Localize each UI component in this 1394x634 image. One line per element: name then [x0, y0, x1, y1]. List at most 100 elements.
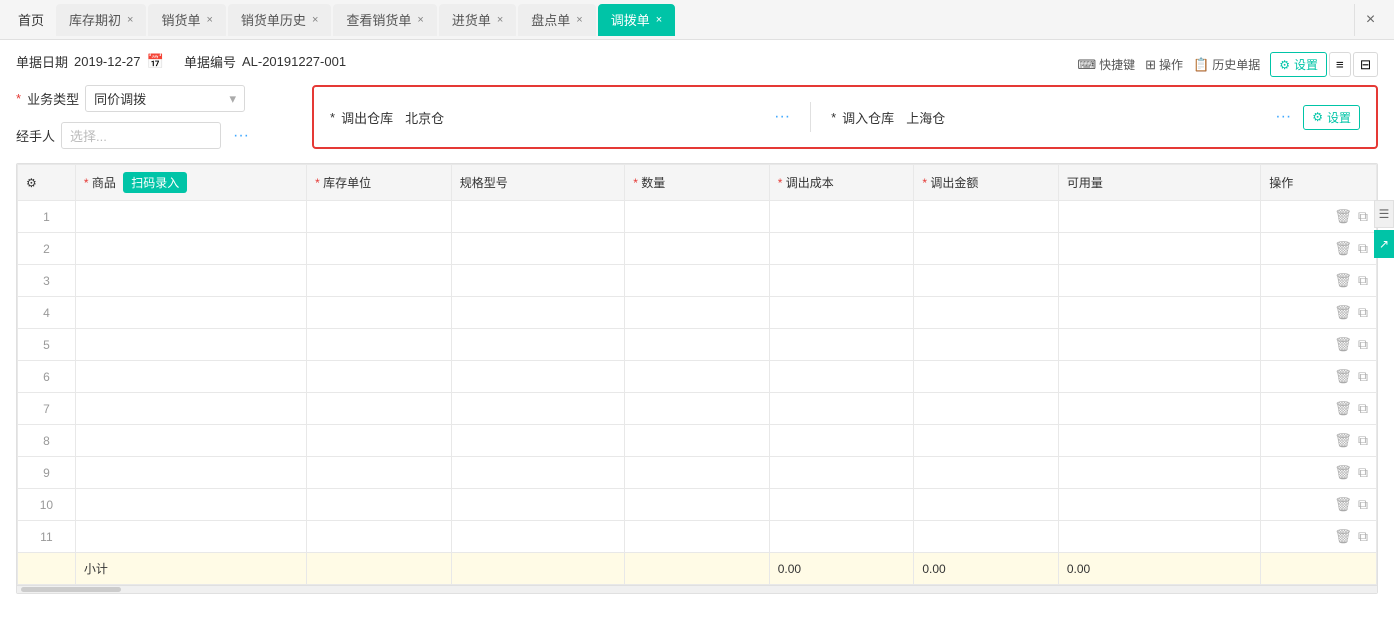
copy-icon[interactable]: ⧉ — [1358, 368, 1368, 385]
column-setting[interactable]: ⚙ — [18, 165, 76, 201]
gear-icon: ⚙ — [1312, 110, 1323, 124]
calendar-icon[interactable]: 📅 — [147, 53, 164, 70]
subtotal-row: 小计 0.00 0.00 0.00 — [18, 553, 1377, 585]
operation-button[interactable]: ⊞ 操作 — [1145, 56, 1183, 73]
delete-icon[interactable]: 🗑 — [1334, 240, 1352, 257]
table-row: 10🗑⧉ — [18, 489, 1377, 521]
table-row: 7🗑⧉ — [18, 393, 1377, 425]
form-section: * 业务类型 同价调拨 ▾ 经手人 选择... ··· — [16, 85, 1378, 149]
delete-icon[interactable]: 🗑 — [1334, 400, 1352, 417]
table-row: 8🗑⧉ — [18, 425, 1377, 457]
tab-bar: 首页 库存期初 × 销货单 × 销货单历史 × 查看销货单 × 进货单 × 盘点… — [0, 0, 1394, 40]
delete-icon[interactable]: 🗑 — [1334, 432, 1352, 449]
toolbar-right: ⌨ 快捷键 ⊞ 操作 📋 历史单据 ⚙ 设置 ≡ ⊟ — [1077, 52, 1378, 77]
tab-sales-history[interactable]: 销货单历史 × — [228, 4, 331, 36]
right-sidebar: ☰ ↗ — [1374, 200, 1394, 258]
transfer-out-warehouse: * 调出仓库 北京仓 ··· — [330, 108, 790, 127]
copy-icon[interactable]: ⧉ — [1358, 336, 1368, 353]
copy-icon[interactable]: ⧉ — [1358, 400, 1368, 417]
table-row: 2🗑⧉ — [18, 233, 1377, 265]
table-row: 9🗑⧉ — [18, 457, 1377, 489]
shortcut-key-button[interactable]: ⌨ 快捷键 — [1077, 56, 1135, 73]
close-icon[interactable]: × — [206, 14, 212, 26]
grid-button[interactable]: ⊟ — [1353, 52, 1378, 77]
table-row: 3🗑⧉ — [18, 265, 1377, 297]
tab-transfer[interactable]: 调拨单 × — [598, 4, 675, 36]
transfer-in-warehouse: * 调入仓库 上海仓 ··· — [831, 108, 1291, 127]
scan-entry-button[interactable]: 扫码录入 — [123, 172, 187, 193]
tab-inventory-init[interactable]: 库存期初 × — [56, 4, 146, 36]
delete-icon[interactable]: 🗑 — [1334, 528, 1352, 545]
delete-icon[interactable]: 🗑 — [1334, 336, 1352, 353]
gear-icon[interactable]: ⚙ — [26, 176, 37, 190]
column-transfer-amount: * 调出金额 — [914, 165, 1059, 201]
tab-sales-order[interactable]: 销货单 × — [148, 4, 225, 36]
header-row: 单据日期 2019-12-27 📅 单据编号 AL-20191227-001 ⌨… — [16, 52, 1378, 71]
sidebar-export-button[interactable]: ↗ — [1374, 230, 1394, 258]
tab-home[interactable]: 首页 — [8, 4, 54, 36]
copy-icon[interactable]: ⧉ — [1358, 272, 1368, 289]
settings-button[interactable]: ⚙ 设置 — [1270, 52, 1327, 77]
column-goods: * 商品 扫码录入 — [75, 165, 306, 201]
business-type-field: * 业务类型 同价调拨 ▾ — [16, 85, 296, 112]
business-type-select[interactable]: 同价调拨 ▾ — [85, 85, 245, 112]
copy-icon[interactable]: ⧉ — [1358, 304, 1368, 321]
delete-icon[interactable]: 🗑 — [1334, 368, 1352, 385]
column-transfer-cost: * 调出成本 — [769, 165, 914, 201]
delete-icon[interactable]: 🗑 — [1334, 272, 1352, 289]
column-available: 可用量 — [1058, 165, 1260, 201]
form-left: * 业务类型 同价调拨 ▾ 经手人 选择... ··· — [16, 85, 296, 149]
table-row: 11🗑⧉ — [18, 521, 1377, 553]
tab-view-sales[interactable]: 查看销货单 × — [333, 4, 436, 36]
warehouse-settings-button[interactable]: ⚙ 设置 — [1303, 105, 1360, 130]
close-icon[interactable]: × — [312, 14, 318, 26]
table-row: 6🗑⧉ — [18, 361, 1377, 393]
scrollbar-thumb[interactable] — [21, 587, 121, 592]
horizontal-scrollbar[interactable] — [17, 585, 1377, 593]
column-unit: * 库存单位 — [307, 165, 452, 201]
table-header-row: ⚙ * 商品 扫码录入 * 库存单位 规格型号 — [18, 165, 1377, 201]
copy-icon[interactable]: ⧉ — [1358, 528, 1368, 545]
transfer-table: ⚙ * 商品 扫码录入 * 库存单位 规格型号 — [16, 163, 1378, 594]
column-spec: 规格型号 — [451, 165, 624, 201]
close-icon[interactable]: × — [417, 14, 423, 26]
warehouse-group: * 调出仓库 北京仓 ··· * 调入仓库 上海仓 ··· — [330, 102, 1291, 132]
shortcut-icon: ⌨ — [1077, 57, 1096, 73]
layout-button[interactable]: ≡ — [1329, 52, 1351, 77]
operation-icon: ⊞ — [1145, 57, 1156, 73]
dropdown-arrow-icon: ▾ — [230, 91, 237, 107]
tab-purchase-order[interactable]: 进货单 × — [439, 4, 516, 36]
main-content: 单据日期 2019-12-27 📅 单据编号 AL-20191227-001 ⌨… — [0, 40, 1394, 606]
column-qty: * 数量 — [625, 165, 770, 201]
history-button[interactable]: 📋 历史单据 — [1193, 56, 1260, 73]
copy-icon[interactable]: ⧉ — [1358, 496, 1368, 513]
window-close-button[interactable]: × — [1354, 4, 1386, 36]
transfer-out-more-button[interactable]: ··· — [774, 108, 790, 126]
delete-icon[interactable]: 🗑 — [1334, 464, 1352, 481]
close-icon[interactable]: × — [497, 14, 503, 26]
warehouse-section: * 调出仓库 北京仓 ··· * 调入仓库 上海仓 ··· ⚙ 设置 — [312, 85, 1378, 149]
copy-icon[interactable]: ⧉ — [1358, 464, 1368, 481]
delete-icon[interactable]: 🗑 — [1334, 496, 1352, 513]
close-icon[interactable]: × — [656, 14, 662, 26]
tab-inventory-check[interactable]: 盘点单 × — [518, 4, 595, 36]
sidebar-list-button[interactable]: ☰ — [1374, 200, 1394, 228]
table-row: 1🗑⧉ — [18, 201, 1377, 233]
data-table: ⚙ * 商品 扫码录入 * 库存单位 规格型号 — [17, 164, 1377, 585]
history-icon: 📋 — [1193, 57, 1209, 73]
delete-icon[interactable]: 🗑 — [1334, 304, 1352, 321]
number-field: 单据编号 AL-20191227-001 — [184, 52, 346, 71]
copy-icon[interactable]: ⧉ — [1358, 208, 1368, 225]
handler-select[interactable]: 选择... — [61, 122, 221, 149]
copy-icon[interactable]: ⧉ — [1358, 240, 1368, 257]
handler-more-button[interactable]: ··· — [233, 127, 249, 145]
gear-icon: ⚙ — [1279, 58, 1290, 72]
table-row: 4🗑⧉ — [18, 297, 1377, 329]
close-icon[interactable]: × — [127, 14, 133, 26]
close-icon[interactable]: × — [576, 14, 582, 26]
handler-field: 经手人 选择... ··· — [16, 122, 296, 149]
delete-icon[interactable]: 🗑 — [1334, 208, 1352, 225]
column-operation: 操作 — [1261, 165, 1377, 201]
copy-icon[interactable]: ⧉ — [1358, 432, 1368, 449]
transfer-in-more-button[interactable]: ··· — [1275, 108, 1291, 126]
